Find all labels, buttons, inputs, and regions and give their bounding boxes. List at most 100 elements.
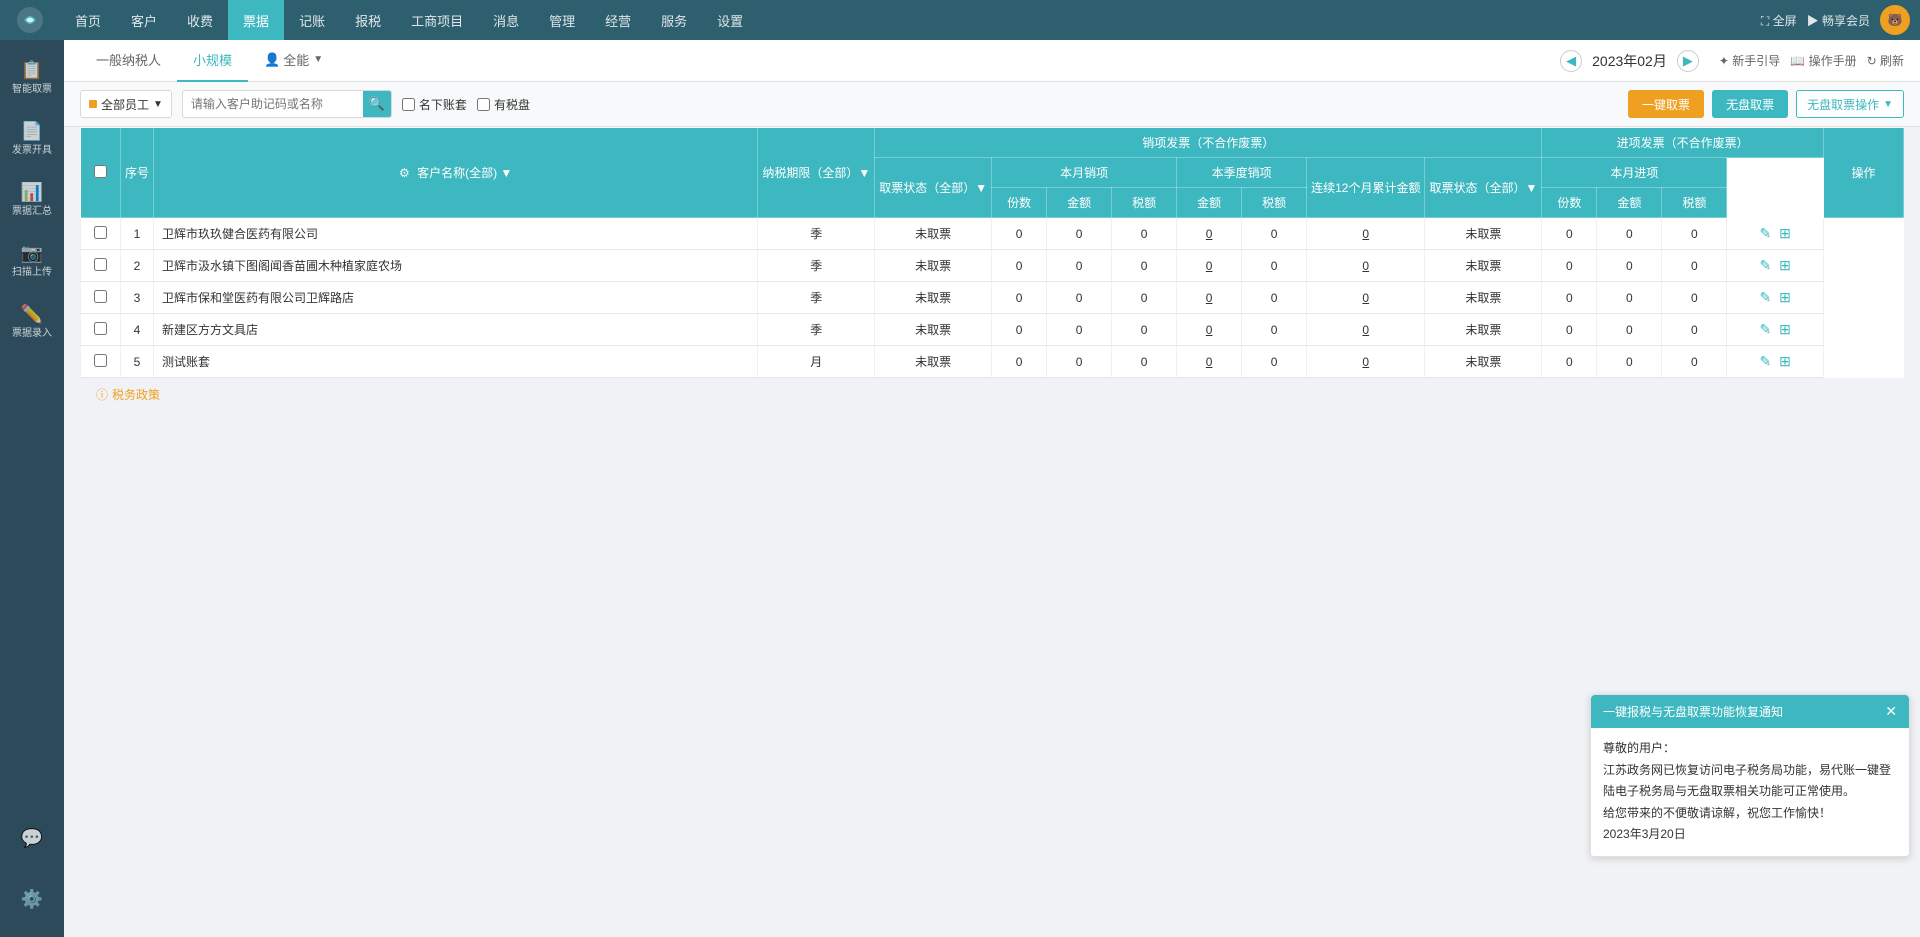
row-sales-monthly-amount-cell: 0	[1047, 314, 1112, 346]
nav-tax[interactable]: 报税	[340, 0, 396, 40]
row-period-cell: 季	[758, 282, 875, 314]
row-checkbox[interactable]	[94, 258, 107, 271]
row-checkbox[interactable]	[94, 290, 107, 303]
sidebar-item-chat[interactable]: 💬	[4, 810, 60, 866]
sidebar: 📋 智能取票 📄 发票开具 📊 票据汇总 📷 扫描上传 ✏️ 票据录入 💬 ⚙️	[0, 40, 64, 937]
member-button[interactable]: ▶ 畅享会员	[1807, 12, 1870, 29]
row-sales-monthly-tax-cell: 0	[1112, 250, 1177, 282]
row-name-cell: 卫辉市保和堂医药有限公司卫辉路店	[154, 282, 758, 314]
tax-disk-checkbox[interactable]	[477, 98, 490, 111]
refresh-link[interactable]: ↻ 刷新	[1867, 52, 1904, 69]
operation-manual-link[interactable]: 📖 操作手册	[1790, 52, 1856, 69]
edit-action-icon[interactable]: ✎	[1759, 289, 1771, 306]
user-avatar[interactable]: 🐻	[1880, 5, 1910, 35]
row-period-cell: 季	[758, 314, 875, 346]
nav-operation[interactable]: 经营	[590, 0, 646, 40]
no-disk-ticket-button[interactable]: 无盘取票	[1712, 90, 1788, 118]
bookkeeping-checkbox[interactable]	[402, 98, 415, 111]
nav-management[interactable]: 管理	[534, 0, 590, 40]
tab-all[interactable]: 👤 全能 ▼	[248, 40, 339, 82]
col-sales-monthly-tax-header: 税额	[1112, 188, 1177, 218]
row-no-cell: 3	[121, 282, 154, 314]
fullscreen-button[interactable]: ⛶ 全屏	[1761, 12, 1797, 29]
col-input-monthly-amount-header: 金额	[1597, 188, 1662, 218]
employee-filter-select[interactable]: 全部员工 ▼	[80, 90, 172, 118]
tab-small-scale[interactable]: 小规模	[177, 40, 248, 82]
date-next-button[interactable]: ▶	[1677, 50, 1699, 72]
view-action-icon[interactable]: ⊞	[1779, 353, 1791, 370]
col-checkbox	[81, 128, 121, 218]
row-input-status-cell: 未取票	[1425, 250, 1542, 282]
nav-billing[interactable]: 收费	[172, 0, 228, 40]
filter-dot	[89, 100, 97, 108]
row-input-monthly-tax-cell: 0	[1662, 218, 1727, 250]
row-input-monthly-amount-cell: 0	[1597, 314, 1662, 346]
tax-disk-checkbox-label[interactable]: 有税盘	[477, 96, 530, 113]
view-action-icon[interactable]: ⊞	[1779, 289, 1791, 306]
row-input-monthly-count-cell: 0	[1542, 346, 1597, 378]
search-button[interactable]: 🔍	[363, 90, 391, 118]
nav-service[interactable]: 服务	[646, 0, 702, 40]
row-input-monthly-amount-cell: 0	[1597, 218, 1662, 250]
col-12months-header: 连续12个月累计金额	[1307, 158, 1425, 218]
view-action-icon[interactable]: ⊞	[1779, 257, 1791, 274]
nav-message[interactable]: 消息	[478, 0, 534, 40]
search-box: 🔍	[182, 90, 392, 118]
row-checkbox[interactable]	[94, 354, 107, 367]
edit-action-icon[interactable]: ✎	[1759, 353, 1771, 370]
notification-panel: 一键报税与无盘取票功能恢复通知 ✕ 尊敬的用户： 江苏政务网已恢复访问电子税务局…	[1590, 694, 1910, 857]
one-click-ticket-button[interactable]: 一键取票	[1628, 90, 1704, 118]
sidebar-item-config[interactable]: ⚙️	[4, 871, 60, 927]
edit-action-icon[interactable]: ✎	[1759, 257, 1771, 274]
row-sales-monthly-tax-cell: 0	[1112, 282, 1177, 314]
notification-close-button[interactable]: ✕	[1885, 703, 1897, 720]
view-action-icon[interactable]: ⊞	[1779, 225, 1791, 242]
invoice-entry-icon: ✏️	[21, 304, 43, 325]
row-input-monthly-tax-cell: 0	[1662, 250, 1727, 282]
toolbar: 全部员工 ▼ 🔍 名下账套 有税盘	[64, 82, 1920, 127]
sidebar-item-issue-invoice[interactable]: 📄 发票开具	[4, 111, 60, 167]
view-action-icon[interactable]: ⊞	[1779, 321, 1791, 338]
row-checkbox-cell	[81, 218, 121, 250]
nav-accounting[interactable]: 记账	[284, 0, 340, 40]
table-row: 2 卫辉市汲水镇下图阁闻香苗圃木种植家庭农场 季 未取票 0 0 0 0 0 0…	[81, 250, 1904, 282]
new-user-guide-link[interactable]: ✦ 新手引导	[1719, 52, 1780, 69]
nav-invoice[interactable]: 票据	[228, 0, 284, 40]
logo[interactable]	[10, 0, 50, 40]
date-prev-button[interactable]: ◀	[1560, 50, 1582, 72]
no-disk-ops-button[interactable]: 无盘取票操作 ▼	[1796, 90, 1904, 118]
row-checkbox-cell	[81, 250, 121, 282]
row-sales-status-cell: 未取票	[875, 314, 992, 346]
tax-policy-footer[interactable]: ⓘ 税务政策	[80, 378, 1904, 411]
select-all-checkbox[interactable]	[94, 165, 107, 178]
edit-action-icon[interactable]: ✎	[1759, 321, 1771, 338]
tab-general-taxpayer[interactable]: 一般纳税人	[80, 40, 177, 82]
all-tab-chevron: ▼	[313, 54, 323, 65]
col-input-invoice-header: 进项发票（不合作废票）	[1542, 128, 1824, 158]
table-container: 序号 ⚙ 客户名称(全部) ▼ 纳税期限（全部）▼ 销项发票（不合作废票） 进项…	[64, 127, 1920, 427]
nav-settings[interactable]: 设置	[702, 0, 758, 40]
row-checkbox[interactable]	[94, 226, 107, 239]
table-row: 4 新建区方方文具店 季 未取票 0 0 0 0 0 0 未取票 0 0 0 ✎…	[81, 314, 1904, 346]
edit-action-icon[interactable]: ✎	[1759, 225, 1771, 242]
sidebar-item-invoice-summary[interactable]: 📊 票据汇总	[4, 172, 60, 228]
col-sales-quarterly-amount-header: 金额	[1177, 188, 1242, 218]
row-checkbox[interactable]	[94, 322, 107, 335]
sidebar-item-smart-invoice[interactable]: 📋 智能取票	[4, 50, 60, 106]
date-navigation: ◀ 2023年02月 ▶	[1560, 50, 1699, 72]
sidebar-item-scan-upload[interactable]: 📷 扫描上传	[4, 233, 60, 289]
nav-items: 首页 客户 收费 票据 记账 报税 工商项目 消息 管理 经营 服务 设置	[60, 0, 1761, 40]
col-name-header: ⚙ 客户名称(全部) ▼	[154, 128, 758, 218]
table-body: 1 卫辉市玖玖健合医药有限公司 季 未取票 0 0 0 0 0 0 未取票 0 …	[81, 218, 1904, 378]
row-input-monthly-tax-cell: 0	[1662, 282, 1727, 314]
settings-icon[interactable]: ⚙	[399, 166, 410, 180]
nav-business[interactable]: 工商项目	[396, 0, 478, 40]
row-checkbox-cell	[81, 314, 121, 346]
bookkeeping-checkbox-label[interactable]: 名下账套	[402, 96, 467, 113]
search-input[interactable]	[183, 91, 363, 117]
sidebar-item-invoice-entry[interactable]: ✏️ 票据录入	[4, 294, 60, 350]
nav-customer[interactable]: 客户	[116, 0, 172, 40]
nav-home[interactable]: 首页	[60, 0, 116, 40]
row-input-status-cell: 未取票	[1425, 282, 1542, 314]
row-sales-quarterly-amount-cell: 0	[1177, 250, 1242, 282]
